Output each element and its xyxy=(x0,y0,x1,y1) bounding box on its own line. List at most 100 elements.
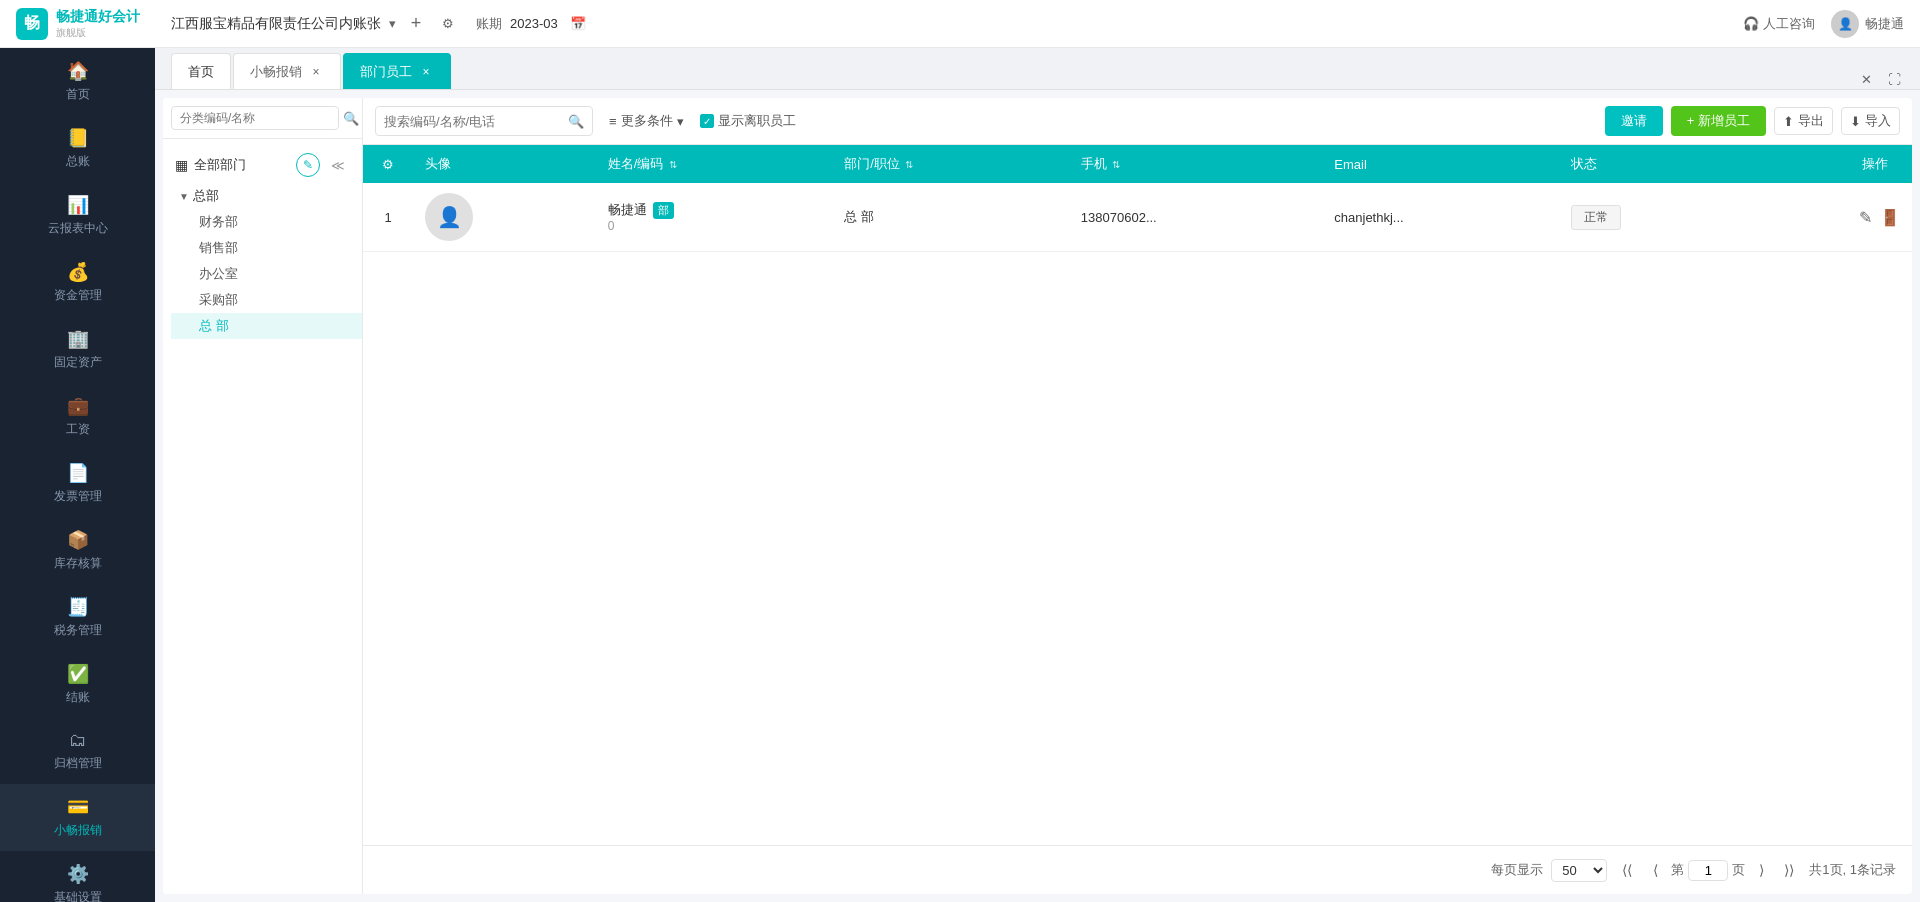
app-subtitle: 旗舰版 xyxy=(56,26,140,40)
invite-button[interactable]: 邀请 xyxy=(1605,106,1663,136)
calendar-icon[interactable]: 📅 xyxy=(570,16,586,31)
dept-node-sales[interactable]: 销售部 xyxy=(171,235,362,261)
export-icon: ⬆ xyxy=(1783,114,1794,129)
dept-edit-button[interactable]: ✎ xyxy=(296,153,320,177)
filter-dropdown-icon: ▾ xyxy=(677,114,684,129)
sidebar-label-reports: 云报表中心 xyxy=(48,220,108,237)
search-icon[interactable]: 🔍 xyxy=(568,114,584,129)
col-name[interactable]: 姓名/编码 ⇅ xyxy=(596,145,833,183)
tab-home[interactable]: 首页 xyxy=(171,53,231,89)
sidebar-item-salary[interactable]: 💼 工资 xyxy=(0,383,155,450)
sidebar-item-xiaochang2[interactable]: 💳 小畅报销 xyxy=(0,784,155,851)
cell-name: 畅捷通 部 0 xyxy=(596,183,833,252)
sidebar-icon-archive: 🗂 xyxy=(69,730,87,751)
company-name: 江西服宝精品有限责任公司内账张 xyxy=(171,15,381,33)
dept-collapse-button[interactable]: ≪ xyxy=(326,153,350,177)
tab-close-xiaochang[interactable]: × xyxy=(308,64,324,80)
sidebar-item-home[interactable]: 🏠 首页 xyxy=(0,48,155,115)
sidebar-item-tax[interactable]: 🧾 税务管理 xyxy=(0,584,155,651)
sidebar-icon-tax: 🧾 xyxy=(67,596,89,618)
sidebar-item-funds[interactable]: 💰 资金管理 xyxy=(0,249,155,316)
all-dept-label: 全部部门 xyxy=(194,156,246,174)
cell-action: ✎ 🚪 xyxy=(1747,183,1912,252)
dept-node-general[interactable]: 总 部 xyxy=(171,313,362,339)
table-row: 1 👤 畅捷通 部 0 总 部 138070602... chanjethkj.… xyxy=(363,183,1912,252)
headset-icon: 🎧 xyxy=(1743,16,1759,31)
user-area[interactable]: 👤 畅捷通 xyxy=(1831,10,1904,38)
export-button[interactable]: ⬆ 导出 xyxy=(1774,107,1833,135)
dept-search-icon[interactable]: 🔍 xyxy=(343,111,359,126)
page-first-button[interactable]: ⟨⟨ xyxy=(1615,858,1639,882)
emp-toolbar: 🔍 ≡ 更多条件 ▾ ✓ 显示离职员工 邀请 + 新增员工 xyxy=(363,98,1912,145)
filter-button[interactable]: ≡ 更多条件 ▾ xyxy=(601,108,692,134)
sidebar-item-closing[interactable]: ✅ 结账 xyxy=(0,651,155,718)
dept-node-purchase[interactable]: 采购部 xyxy=(171,287,362,313)
filter-icon: ≡ xyxy=(609,114,617,129)
status-badge: 正常 xyxy=(1571,205,1621,230)
emp-panel: 🔍 ≡ 更多条件 ▾ ✓ 显示离职员工 邀请 + 新增员工 xyxy=(363,98,1912,894)
page-next-button[interactable]: ⟩ xyxy=(1749,858,1773,882)
dept-group-header[interactable]: ▼ 总部 xyxy=(171,183,362,209)
window-controls: ✕ ⛶ xyxy=(1856,69,1904,89)
logout-employee-button[interactable]: 🚪 xyxy=(1880,208,1900,227)
logo-area: 畅 畅捷通好会计 旗舰版 xyxy=(16,8,171,40)
emp-code: 0 xyxy=(608,219,821,233)
app-title: 畅捷通好会计 xyxy=(56,8,140,26)
tab-close-dept-emp[interactable]: × xyxy=(418,64,434,80)
col-email: Email xyxy=(1322,145,1559,183)
sidebar-icon-basic: ⚙️ xyxy=(67,863,89,885)
sidebar-label-closing: 结账 xyxy=(66,689,90,706)
maximize-window-button[interactable]: ⛶ xyxy=(1884,69,1904,89)
all-dept-item[interactable]: ▦ 全部部门 ✎ ≪ xyxy=(163,147,362,183)
show-left-toggle[interactable]: ✓ 显示离职员工 xyxy=(700,112,796,130)
per-page-select[interactable]: 50 100 200 xyxy=(1551,859,1607,882)
page-unit: 页 xyxy=(1732,861,1745,879)
sidebar-item-assets[interactable]: 🏢 固定资产 xyxy=(0,316,155,383)
sidebar-icon-inventory: 📦 xyxy=(67,529,89,551)
add-employee-button[interactable]: + 新增员工 xyxy=(1671,106,1766,136)
emp-search-box[interactable]: 🔍 xyxy=(375,106,593,136)
company-dropdown-icon[interactable]: ▾ xyxy=(389,16,396,31)
sidebar-label-salary: 工资 xyxy=(66,421,90,438)
logo-icon: 畅 xyxy=(16,8,48,40)
sidebar-item-basic[interactable]: ⚙️ 基础设置 xyxy=(0,851,155,902)
sidebar-item-inventory[interactable]: 📦 库存核算 xyxy=(0,517,155,584)
sidebar: 🏠 首页📒 总账📊 云报表中心💰 资金管理🏢 固定资产💼 工资📄 发票管理📦 库 xyxy=(0,48,155,902)
page-number-input[interactable] xyxy=(1688,860,1728,881)
dept-node-office[interactable]: 办公室 xyxy=(171,261,362,287)
sidebar-icon-invoice: 📄 xyxy=(67,462,89,484)
add-company-button[interactable]: + xyxy=(404,12,428,36)
col-action: 操作 xyxy=(1747,145,1912,183)
sidebar-icon-salary: 💼 xyxy=(67,395,89,417)
sidebar-item-ledger[interactable]: 📒 总账 xyxy=(0,115,155,182)
tab-dept-emp[interactable]: 部门员工× xyxy=(343,53,451,89)
dept-search-input[interactable] xyxy=(171,106,339,130)
emp-search-input[interactable] xyxy=(384,114,564,129)
dept-tree: ▦ 全部部门 ✎ ≪ ▼ 总部 财务部 销售部 办公室 采购部 xyxy=(163,139,362,894)
dept-node-finance[interactable]: 财务部 xyxy=(171,209,362,235)
per-page-label: 每页显示 xyxy=(1491,861,1543,879)
tab-xiaochang[interactable]: 小畅报销× xyxy=(233,53,341,89)
col-status: 状态 xyxy=(1559,145,1747,183)
page-last-button[interactable]: ⟩⟩ xyxy=(1777,858,1801,882)
sidebar-icon-assets: 🏢 xyxy=(67,328,89,350)
page-prev-button[interactable]: ⟨ xyxy=(1643,858,1667,882)
company-area: 江西服宝精品有限责任公司内账张 ▾ + ⚙ 账期 2023-03 📅 xyxy=(171,12,1743,36)
col-dept[interactable]: 部门/职位 ⇅ xyxy=(832,145,1069,183)
grid-icon: ▦ xyxy=(175,157,188,173)
settings-icon[interactable]: ⚙ xyxy=(436,12,460,36)
page-content: 🔍 ▦ 全部部门 ✎ ≪ ▼ 总部 财务部 xyxy=(163,98,1912,894)
emp-dept-badge: 部 xyxy=(653,202,674,219)
col-phone[interactable]: 手机 ⇅ xyxy=(1069,145,1323,183)
close-window-button[interactable]: ✕ xyxy=(1856,69,1876,89)
sidebar-item-reports[interactable]: 📊 云报表中心 xyxy=(0,182,155,249)
cell-avatar: 👤 xyxy=(413,183,596,252)
sidebar-item-archive[interactable]: 🗂 归档管理 xyxy=(0,718,155,784)
show-left-checkbox[interactable]: ✓ xyxy=(700,114,714,128)
col-settings[interactable]: ⚙ xyxy=(363,145,413,183)
consult-button[interactable]: 🎧 人工咨询 xyxy=(1743,15,1815,33)
page-nav: ⟨⟨ ⟨ 第 页 ⟩ ⟩⟩ xyxy=(1615,858,1801,882)
edit-employee-button[interactable]: ✎ xyxy=(1859,208,1872,227)
sidebar-item-invoice[interactable]: 📄 发票管理 xyxy=(0,450,155,517)
import-button[interactable]: ⬇ 导入 xyxy=(1841,107,1900,135)
